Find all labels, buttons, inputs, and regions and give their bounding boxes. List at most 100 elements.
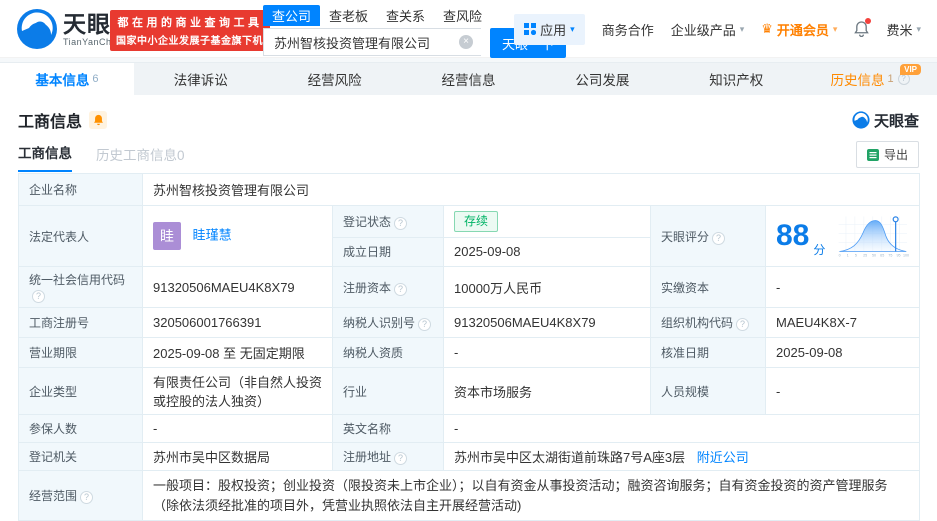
score-help-icon[interactable]: ? bbox=[712, 231, 726, 245]
nearby-companies-link[interactable]: 附近公司 bbox=[697, 450, 749, 465]
svg-text:75: 75 bbox=[889, 253, 893, 257]
tab-basic-info[interactable]: 基本信息 6 bbox=[0, 63, 134, 95]
company-type-value: 有限责任公司（非自然人投资或控股的法人独资） bbox=[142, 367, 333, 415]
business-cooperation-menu[interactable]: 商务合作 bbox=[602, 20, 654, 39]
apps-menu[interactable]: 应用 ▾ bbox=[514, 13, 585, 45]
subtab-business-info[interactable]: 工商信息 bbox=[18, 142, 72, 172]
reg-number-value: 320506001766391 bbox=[142, 307, 333, 338]
export-excel-icon bbox=[866, 148, 879, 161]
reg-status-value: 存续 bbox=[443, 205, 651, 238]
org-code-help-icon[interactable]: ? bbox=[736, 318, 750, 331]
enterprise-product-label: 企业级产品 bbox=[670, 22, 736, 38]
tianyancha-watermark-icon bbox=[852, 111, 870, 129]
legal-rep-cell: 眭 眭瑾慧 bbox=[142, 205, 333, 267]
subtab-history-label: 历史工商信息 bbox=[96, 148, 177, 163]
open-vip-menu[interactable]: ♛ 开通会员 ▾ bbox=[761, 20, 837, 39]
tab-basic-info-count: 6 bbox=[92, 73, 99, 85]
svg-text:65: 65 bbox=[881, 253, 885, 257]
enterprise-product-menu[interactable]: 企业级产品 ▾ bbox=[671, 20, 745, 39]
reg-status-help-icon[interactable]: ? bbox=[394, 216, 408, 230]
score-value: 88 bbox=[776, 219, 810, 252]
score-cell[interactable]: 88 分 0 1 5 25 50 65 75 95 100 bbox=[764, 205, 921, 267]
svg-text:25: 25 bbox=[863, 253, 867, 257]
promo-banner-line2: 国家中小企业发展子基金旗下机构 bbox=[116, 36, 274, 47]
approval-date-label: 核准日期 bbox=[650, 337, 766, 368]
legal-rep-avatar[interactable]: 眭 bbox=[153, 222, 181, 250]
reg-capital-help-icon[interactable]: ? bbox=[394, 282, 408, 296]
search-tab-company[interactable]: 查公司 bbox=[263, 5, 321, 26]
chevron-down-icon: ▾ bbox=[570, 23, 575, 34]
user-menu[interactable]: 费米 ▾ bbox=[886, 20, 921, 39]
monitor-bell-chip[interactable] bbox=[89, 111, 108, 129]
business-term-value: 2025-09-08 至 无固定期限 bbox=[142, 337, 333, 368]
export-button[interactable]: 导出 bbox=[855, 141, 919, 168]
company-nav-tabs: 基本信息 6 法律诉讼 经营风险 经营信息 公司发展 知识产权 历史信息 1 ?… bbox=[0, 62, 937, 95]
search-clear-icon[interactable]: × bbox=[459, 35, 473, 49]
tab-history-info[interactable]: 历史信息 1 ? VIP bbox=[803, 63, 937, 95]
notification-bell[interactable] bbox=[854, 18, 872, 37]
tab-intellectual-property[interactable]: 知识产权 bbox=[669, 63, 803, 95]
reg-number-label: 工商注册号 bbox=[18, 307, 143, 338]
tab-history-info-label: 历史信息 bbox=[830, 73, 885, 88]
status-badge: 存续 bbox=[454, 210, 499, 232]
tab-company-development[interactable]: 公司发展 bbox=[535, 63, 669, 95]
business-cooperation-label: 商务合作 bbox=[601, 22, 654, 38]
paid-capital-value: - bbox=[764, 266, 921, 308]
header-menu: 应用 ▾ 商务合作 企业级产品 ▾ ♛ 开通会员 ▾ 费米 ▾ bbox=[514, 0, 921, 58]
apps-menu-label: 应用 bbox=[540, 22, 567, 38]
tab-operating-risk[interactable]: 经营风险 bbox=[268, 63, 402, 95]
taxpayer-id-help-icon[interactable]: ? bbox=[418, 318, 432, 331]
reg-capital-value: 10000万人民币 bbox=[443, 266, 651, 308]
open-vip-label: 开通会员 bbox=[776, 22, 829, 38]
search-tab-relation[interactable]: 查关系 bbox=[377, 5, 434, 26]
card-watermark-logo: 天眼查 bbox=[852, 110, 919, 131]
taxpayer-id-label-text: 纳税人识别号 bbox=[343, 316, 416, 330]
reg-address-label-text: 注册地址 bbox=[343, 450, 392, 464]
reg-address-value: 苏州市吴中区太湖街道前珠路7号A座3层 附近公司 bbox=[442, 442, 921, 471]
card-watermark-text: 天眼查 bbox=[873, 112, 919, 130]
reg-address-help-icon[interactable]: ? bbox=[394, 452, 408, 465]
credit-code-help-icon[interactable]: ? bbox=[32, 290, 45, 303]
score-label-text: 天眼评分 bbox=[661, 229, 710, 244]
svg-text:0: 0 bbox=[839, 253, 841, 257]
tab-intellectual-property-label: 知识产权 bbox=[709, 73, 764, 88]
industry-label: 行业 bbox=[332, 367, 444, 415]
reg-capital-label: 注册资本? bbox=[332, 266, 444, 308]
subtab-history-count: 0 bbox=[177, 148, 185, 163]
tab-operating-info[interactable]: 经营信息 bbox=[402, 63, 536, 95]
credit-code-label-text: 统一社会信用代码 bbox=[29, 273, 126, 287]
chevron-down-icon: ▾ bbox=[739, 23, 745, 34]
insured-count-value: - bbox=[142, 414, 333, 443]
tab-history-info-count: 1 bbox=[887, 73, 894, 85]
reg-authority-value: 苏州市吴中区数据局 bbox=[142, 442, 333, 471]
org-code-value: MAEU4K8X-7 bbox=[764, 307, 921, 338]
notification-dot bbox=[865, 18, 872, 24]
business-info-card: 工商信息 天眼查 工商信息 历史工商信息0 导出 企业名称 苏州智核投资管理有限… bbox=[0, 95, 937, 521]
tab-legal-litigation-label: 法律诉讼 bbox=[173, 73, 228, 88]
svg-text:100: 100 bbox=[903, 253, 909, 257]
score-distribution-chart: 0 1 5 25 50 65 75 95 100 bbox=[839, 216, 909, 257]
taxpayer-quality-label: 纳税人资质 bbox=[332, 337, 444, 368]
crown-icon: ♛ bbox=[761, 21, 773, 36]
taxpayer-id-label: 纳税人识别号? bbox=[332, 307, 444, 338]
company-name-value: 苏州智核投资管理有限公司 bbox=[141, 173, 921, 206]
user-name: 费米 bbox=[886, 22, 913, 38]
search-tab-boss[interactable]: 查老板 bbox=[320, 5, 377, 26]
business-scope-help-icon[interactable]: ? bbox=[80, 491, 94, 504]
business-scope-value: 一般项目：股权投资；创业投资（限投资未上市企业）；以自有资金从事投资活动；融资咨… bbox=[141, 470, 921, 521]
business-info-table: 企业名称 苏州智核投资管理有限公司 法定代表人 眭 眭瑾慧 登记状态? 存续 天… bbox=[18, 173, 921, 521]
business-scope-label: 经营范围? bbox=[18, 470, 143, 521]
search-input[interactable] bbox=[263, 28, 481, 56]
promo-banner: 都在用的商业查询工具 国家中小企业发展子基金旗下机构 bbox=[110, 10, 274, 51]
establish-date-value: 2025-09-08 bbox=[443, 236, 651, 268]
english-name-value: - bbox=[442, 414, 921, 443]
subtab-history-business-info[interactable]: 历史工商信息0 bbox=[96, 144, 185, 172]
org-code-label: 组织机构代码? bbox=[650, 307, 766, 338]
taxpayer-id-value: 91320506MAEU4K8X79 bbox=[443, 307, 651, 338]
legal-rep-link[interactable]: 眭瑾慧 bbox=[193, 227, 232, 242]
chevron-down-icon: ▾ bbox=[916, 23, 921, 34]
reg-address-label: 注册地址? bbox=[332, 442, 444, 471]
reg-status-label-text: 登记状态 bbox=[343, 214, 392, 229]
search-tab-risk[interactable]: 查风险 bbox=[434, 5, 491, 26]
tab-legal-litigation[interactable]: 法律诉讼 bbox=[134, 63, 268, 95]
